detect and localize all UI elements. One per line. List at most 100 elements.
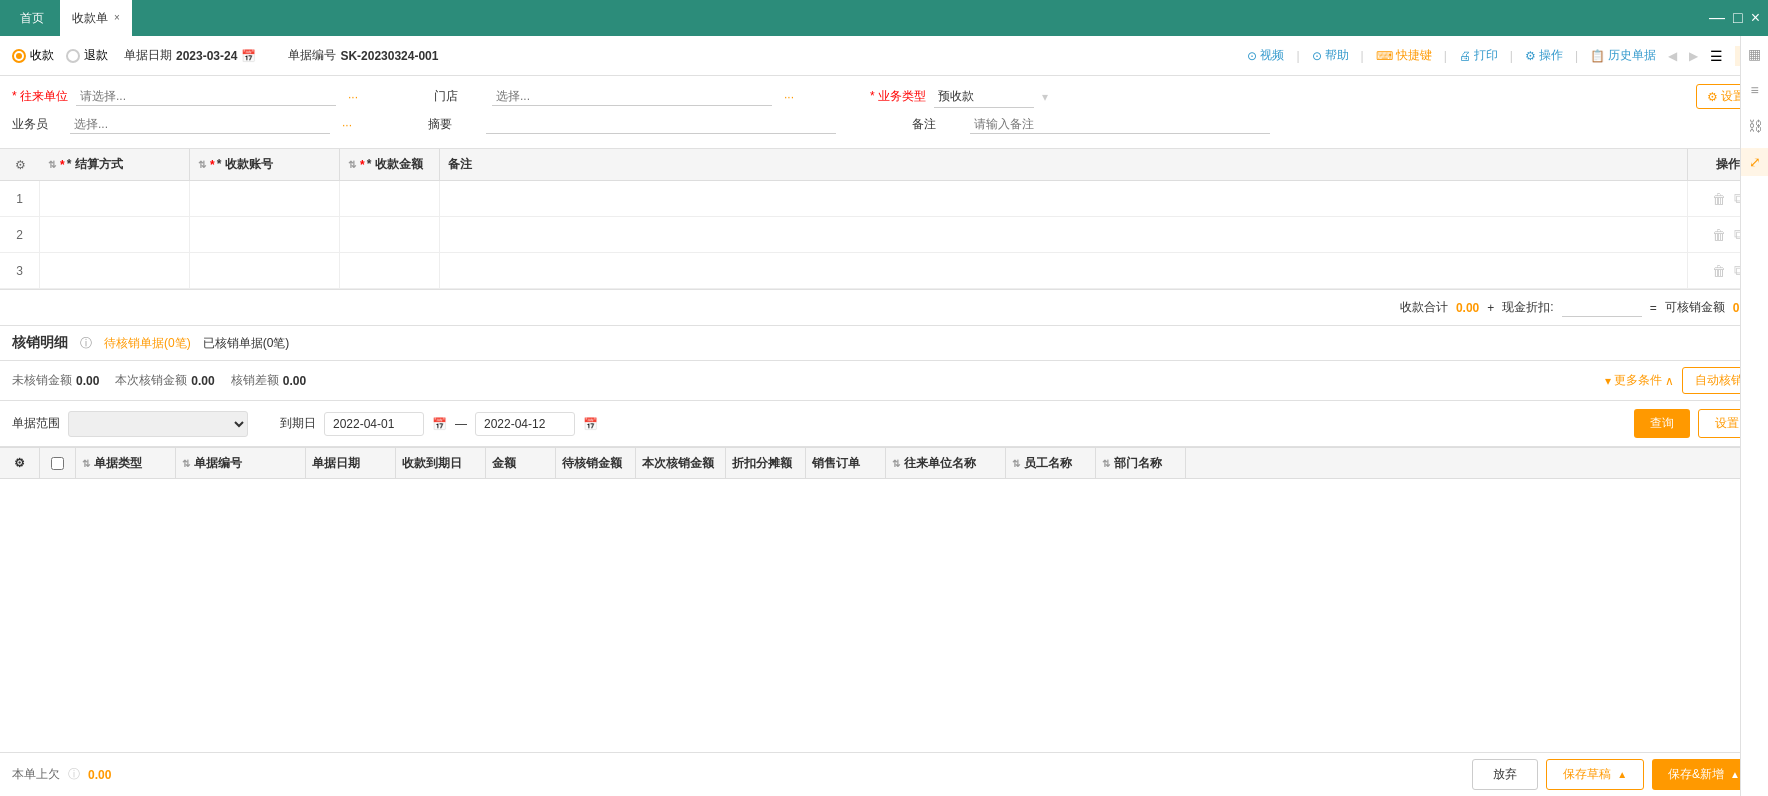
window-close-icon[interactable]: × (1751, 9, 1760, 27)
sidebar-attachment-icon[interactable]: ⛓ (1748, 112, 1762, 140)
row-3-idx: 3 (0, 253, 40, 288)
due-label: 到期日 (280, 415, 316, 432)
row-2-settle[interactable] (40, 217, 190, 252)
tab-close-icon[interactable]: × (114, 0, 120, 36)
date-field: 单据日期 2023-03-24 📅 (124, 47, 256, 64)
diff-label: 核销差额 (231, 372, 279, 389)
row-1-amount[interactable] (340, 181, 440, 216)
date-to-input[interactable] (475, 412, 575, 436)
order-field: 单据编号 SK-20230324-001 (288, 47, 438, 64)
writeoff-info-icon[interactable]: ⓘ (80, 335, 92, 352)
more-conditions-btn[interactable]: ▾ 更多条件 ∧ (1605, 372, 1674, 389)
operate-icon: ⚙ (1525, 49, 1536, 63)
note-input[interactable] (970, 115, 1270, 134)
row-1-delete-icon[interactable]: 🗑 (1712, 191, 1726, 207)
query-button[interactable]: 查询 (1634, 409, 1690, 438)
date-value[interactable]: 2023-03-24 (176, 49, 237, 63)
date-from-input[interactable] (324, 412, 424, 436)
row-3-account[interactable] (190, 253, 340, 288)
nav-next-icon[interactable]: ▶ (1689, 49, 1698, 63)
calendar-icon[interactable]: 📅 (241, 49, 256, 63)
filter-icon: ▾ (1605, 374, 1611, 388)
abstract-input[interactable] (486, 115, 836, 134)
discount-input[interactable] (1562, 298, 1642, 317)
bottom-th-discount: 折扣分摊额 (726, 448, 806, 478)
help-link[interactable]: ⊙ 帮助 (1312, 47, 1349, 64)
order-value: SK-20230324-001 (340, 49, 438, 63)
help-icon: ⊙ (1312, 49, 1322, 63)
store-input[interactable] (492, 87, 772, 106)
right-sidebar: ▦ ≡ ⛓ ⤢ (1740, 36, 1768, 796)
bottom-th-settings[interactable]: ⚙ (0, 448, 40, 478)
th-remark: 备注 (440, 149, 1688, 180)
available-label: 可核销金额 (1665, 299, 1725, 316)
row-3-settle[interactable] (40, 253, 190, 288)
radio-receipts[interactable]: 收款 (12, 47, 54, 64)
date-label: 单据日期 (124, 47, 172, 64)
history-link[interactable]: 📋 历史单据 (1590, 47, 1656, 64)
view-list-icon[interactable]: ☰ (1710, 48, 1723, 64)
receipts-tab[interactable]: 收款单 × (60, 0, 132, 36)
biz-type-value[interactable]: 预收款 (934, 86, 1034, 108)
print-link[interactable]: 🖨 打印 (1459, 47, 1498, 64)
stats-row: 未核销金额 0.00 本次核销金额 0.00 核销差额 0.00 ▾ 更多条件 … (0, 361, 1768, 401)
save-new-arrow-icon[interactable]: ▲ (1730, 769, 1740, 780)
table-row: 2 🗑 ⧉ (0, 217, 1768, 253)
note-label: 备注 (912, 116, 962, 133)
table-settings-icon[interactable]: ⚙ (0, 158, 40, 172)
calendar-to-icon[interactable]: 📅 (583, 417, 598, 431)
maximize-icon[interactable]: □ (1733, 9, 1743, 27)
radio-receipts-dot (12, 49, 26, 63)
staff-input[interactable] (70, 115, 330, 134)
th-settle: ⇅ * * 结算方式 (40, 149, 190, 180)
row-2-remark[interactable] (440, 217, 1688, 252)
shortcut-link[interactable]: ⌨ 快捷键 (1376, 47, 1432, 64)
video-link[interactable]: ⊙ 视频 (1247, 47, 1284, 64)
radio-refund[interactable]: 退款 (66, 47, 108, 64)
carry-info-icon[interactable]: ⓘ (68, 766, 80, 783)
row-3-amount[interactable] (340, 253, 440, 288)
bottom-th-partner: ⇅ 往来单位名称 (886, 448, 1006, 478)
minimize-icon[interactable]: — (1709, 9, 1725, 27)
sidebar-table-icon[interactable]: ▦ (1748, 40, 1761, 68)
settings-icon: ⚙ (1707, 90, 1718, 104)
bottom-th-check[interactable] (40, 448, 76, 478)
biz-type-dropdown-icon[interactable]: ▾ (1042, 90, 1048, 104)
row-1-remark[interactable] (440, 181, 1688, 216)
pending-tab[interactable]: 待核销单据(0笔) (104, 335, 191, 352)
print-icon: 🖨 (1459, 49, 1471, 63)
row-2-idx: 2 (0, 217, 40, 252)
row-2-account[interactable] (190, 217, 340, 252)
row-1-settle[interactable] (40, 181, 190, 216)
store-more-icon[interactable]: ··· (784, 90, 794, 104)
order-label: 单据编号 (288, 47, 336, 64)
save-draft-arrow-icon[interactable]: ▲ (1617, 769, 1627, 780)
operate-link[interactable]: ⚙ 操作 (1525, 47, 1563, 64)
home-tab[interactable]: 首页 (8, 0, 56, 36)
sidebar-expand-icon[interactable]: ⤢ (1741, 148, 1768, 176)
total-label: 收款合计 (1400, 299, 1448, 316)
staff-more-icon[interactable]: ··· (342, 118, 352, 132)
diff-value: 0.00 (283, 374, 306, 388)
bottom-th-date: 单据日期 (306, 448, 396, 478)
row-1-account[interactable] (190, 181, 340, 216)
calendar-from-icon[interactable]: 📅 (432, 417, 447, 431)
row-2-delete-icon[interactable]: 🗑 (1712, 227, 1726, 243)
row-3-delete-icon[interactable]: 🗑 (1712, 263, 1726, 279)
tab-label: 收款单 (72, 0, 108, 36)
radio-refund-dot (66, 49, 80, 63)
select-all-checkbox[interactable] (51, 457, 64, 470)
done-tab[interactable]: 已核销单据(0笔) (203, 335, 290, 352)
carry-label: 本单上欠 (12, 766, 60, 783)
discard-button[interactable]: 放弃 (1472, 759, 1538, 790)
row-2-amount[interactable] (340, 217, 440, 252)
table-row: 1 🗑 ⧉ (0, 181, 1768, 217)
save-draft-button[interactable]: 保存草稿 ▲ (1546, 759, 1644, 790)
bottom-th-type: ⇅ 单据类型 (76, 448, 176, 478)
row-3-remark[interactable] (440, 253, 1688, 288)
partner-input[interactable] (76, 87, 336, 106)
nav-prev-icon[interactable]: ◀ (1668, 49, 1677, 63)
range-select[interactable] (68, 411, 248, 437)
sidebar-list-icon[interactable]: ≡ (1750, 76, 1758, 104)
partner-more-icon[interactable]: ··· (348, 90, 358, 104)
